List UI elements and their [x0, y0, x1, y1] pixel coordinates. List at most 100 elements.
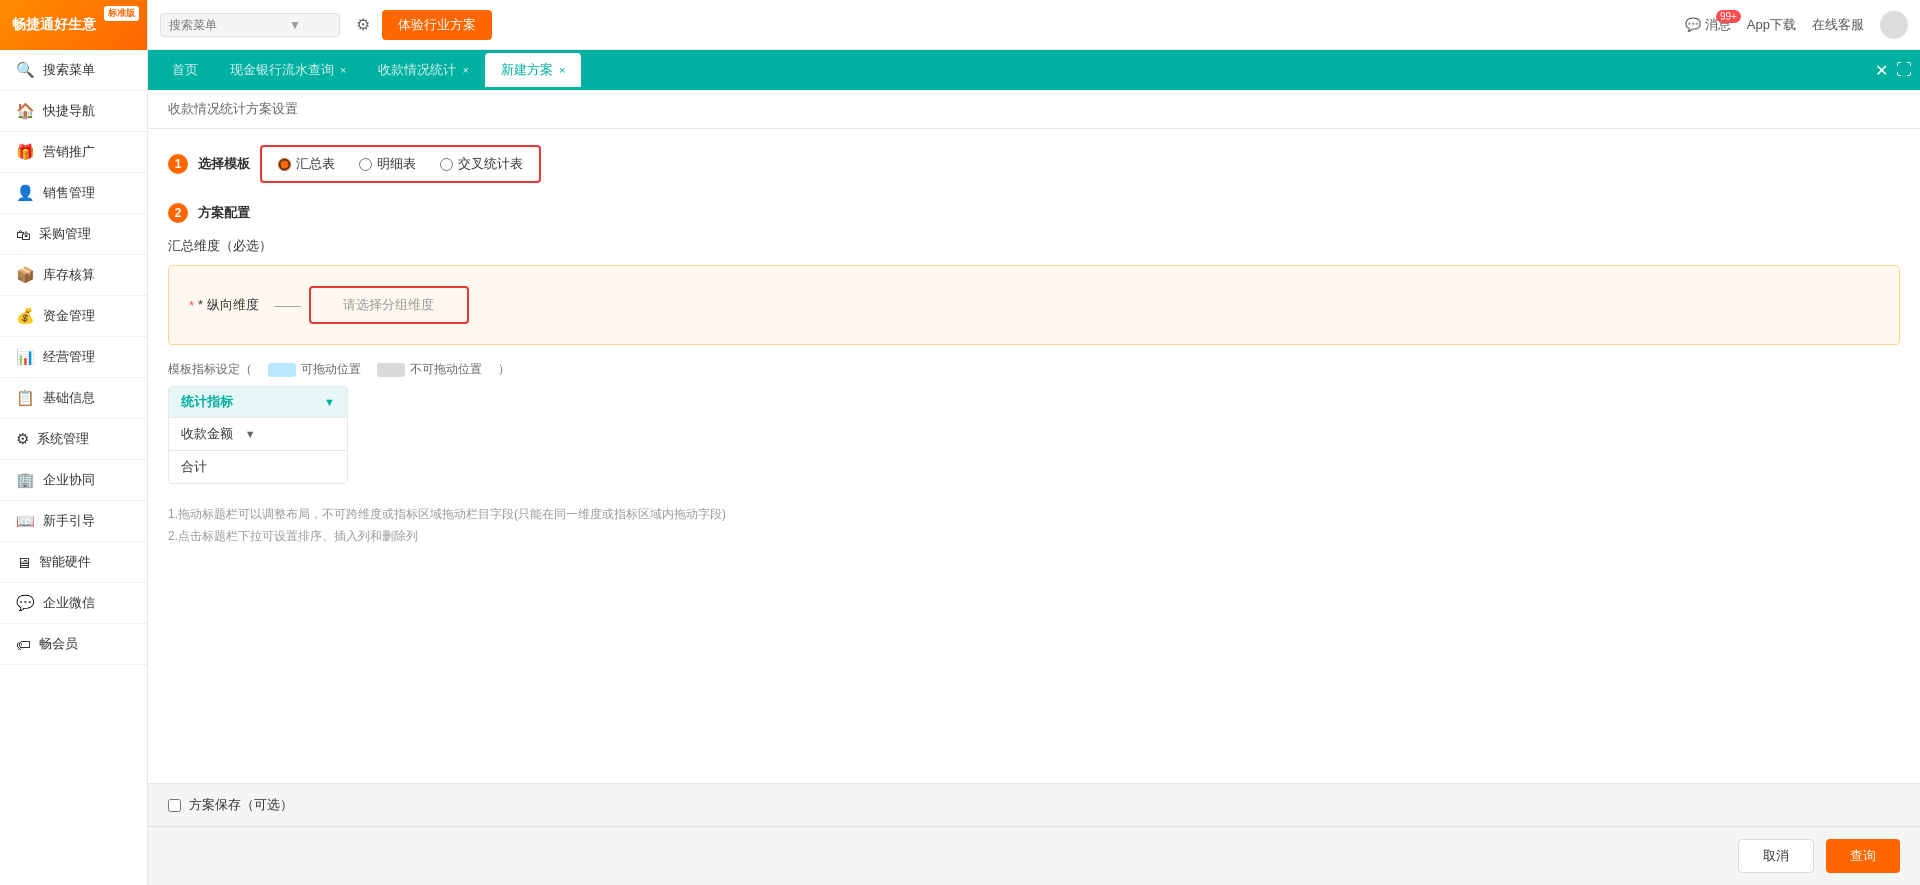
close-window-icon[interactable]: ✕: [1875, 61, 1888, 80]
expand-icon[interactable]: ⛶: [1896, 61, 1912, 79]
radio-summary[interactable]: [278, 158, 291, 171]
template-option-detail[interactable]: 明细表: [359, 155, 416, 173]
sidebar-label-corp: 企业协同: [43, 471, 95, 489]
nav-icon: 🏠: [16, 102, 35, 120]
sidebar-item-basic[interactable]: 📋基础信息: [0, 378, 147, 419]
template-option-cross[interactable]: 交叉统计表: [440, 155, 523, 173]
tab-collection_stat[interactable]: 收款情况统计 ×: [362, 53, 484, 87]
legend-draggable: 可拖动位置: [268, 361, 361, 378]
sidebar-item-system[interactable]: ⚙ 系统管理: [0, 419, 147, 460]
tab-label-home: 首页: [172, 61, 198, 79]
tab-label-new_plan: 新建方案: [501, 61, 553, 79]
tab-home[interactable]: 首页: [156, 53, 214, 87]
step1-header: 1 选择模板 汇总表 明细表 交叉统计表: [168, 145, 1900, 183]
sidebar-item-nav[interactable]: 🏠 快捷导航: [0, 91, 147, 132]
step2-number: 2: [168, 203, 188, 223]
inventory-icon: 📦: [16, 266, 35, 284]
sidebar-item-purchase[interactable]: 🛍采购管理: [0, 214, 147, 255]
tip-line-1: 2.点击标题栏下拉可设置排序、插入列和删除列: [168, 526, 1900, 548]
radio-cross[interactable]: [440, 158, 453, 171]
finance-icon: 💰: [16, 307, 35, 325]
breadcrumb-text: 收款情况统计方案设置: [168, 101, 298, 116]
radio-detail-label: 明细表: [377, 155, 416, 173]
save-section: 方案保存（可选）: [148, 783, 1920, 826]
tab-new_plan[interactable]: 新建方案 ×: [485, 53, 581, 87]
indicator-row-0: 收款金额 ▼: [169, 417, 347, 450]
legend-fixed: 不可拖动位置: [377, 361, 482, 378]
step2-section: 2 方案配置 汇总维度（必选） * * 纵向维度 —— 请选择分组维度 模板指标…: [168, 203, 1900, 547]
topbar: ▼ ⚙ 体验行业方案 💬 消息 99+ App下载 在线客服: [148, 0, 1920, 50]
tip-0: 1.拖动标题栏可以调整布局，不可跨维度或指标区域拖动栏目字段(只能在同一维度或指…: [168, 504, 726, 526]
sidebar-item-weixin[interactable]: 💬企业微信: [0, 583, 147, 624]
operation-icon: 📊: [16, 348, 35, 366]
header-dropdown-icon[interactable]: ▼: [324, 396, 335, 408]
sidebar-item-inventory[interactable]: 📦 库存核算: [0, 255, 147, 296]
system-icon: ⚙: [16, 430, 29, 448]
template-option-summary[interactable]: 汇总表: [278, 155, 335, 173]
save-label: 方案保存（可选）: [189, 796, 293, 814]
user-avatar[interactable]: [1880, 11, 1908, 39]
step1-title: 选择模板: [198, 155, 250, 173]
sidebar-item-finance[interactable]: 💰资金管理: [0, 296, 147, 337]
legend-fixed-label: 不可拖动位置: [410, 361, 482, 378]
dim-arrow-icon: ——: [275, 298, 301, 313]
tab-cashflow[interactable]: 现金银行流水查询×: [214, 53, 362, 87]
sidebar-item-hardware[interactable]: 🖥智能硬件: [0, 542, 147, 583]
sidebar-item-guide[interactable]: 📖新手引导: [0, 501, 147, 542]
search-input[interactable]: [169, 18, 289, 32]
sidebar-label-search: 搜索菜单: [43, 61, 95, 79]
sidebar-label-nav: 快捷导航: [43, 102, 95, 120]
footer: 取消 查询: [148, 826, 1920, 885]
radio-detail[interactable]: [359, 158, 372, 171]
tip-1: 2.点击标题栏下拉可设置排序、插入列和删除列: [168, 526, 418, 548]
content-area: 1 选择模板 汇总表 明细表 交叉统计表: [148, 129, 1920, 783]
sidebar-item-marketing[interactable]: 🎁营销推广: [0, 132, 147, 173]
indicator-row-1-label: 合计: [181, 459, 207, 474]
logo-badge: 标准版: [104, 6, 139, 21]
online-support-link[interactable]: 在线客服: [1812, 16, 1864, 34]
indicator-legend: 模板指标设定（ 可拖动位置 不可拖动位置 ）: [168, 361, 1900, 378]
sidebar-item-sales[interactable]: 👤销售管理: [0, 173, 147, 214]
sidebar-label-operation: 经营管理: [43, 348, 95, 366]
indicator-table-header: 统计指标 ▼: [169, 387, 347, 417]
tab-close-new_plan[interactable]: ×: [559, 64, 565, 76]
step2-header: 2 方案配置: [168, 203, 1900, 223]
sidebar-label-inventory: 库存核算: [43, 266, 95, 284]
settings-gear-icon[interactable]: ⚙: [356, 15, 370, 34]
app-download-link[interactable]: App下载: [1747, 16, 1796, 34]
sidebar-item-member[interactable]: 🏷畅会员: [0, 624, 147, 665]
sidebar-label-hardware: 智能硬件: [39, 553, 91, 571]
sidebar-label-weixin: 企业微信: [43, 594, 95, 612]
corp-icon: 🏢: [16, 471, 35, 489]
basic-icon: 📋: [16, 389, 35, 407]
dimension-label: 汇总维度（必选）: [168, 237, 1900, 255]
legend-draggable-label: 可拖动位置: [301, 361, 361, 378]
tabbar: 首页现金银行流水查询× 收款情况统计 × 新建方案 × ✕ ⛶: [148, 50, 1920, 90]
sidebar-item-corp[interactable]: 🏢 企业协同: [0, 460, 147, 501]
indicator-row-0-dropdown[interactable]: ▼: [245, 428, 256, 440]
tab-label-collection_stat: 收款情况统计: [378, 61, 456, 79]
draggable-box: [268, 363, 296, 377]
step1-number: 1: [168, 154, 188, 174]
tab-close-cashflow[interactable]: ×: [340, 64, 346, 76]
sidebar-label-system: 系统管理: [37, 430, 89, 448]
notification-area[interactable]: 💬 消息 99+: [1685, 16, 1731, 34]
sidebar: 畅捷通好生意 标准版 🔍搜索菜单 🏠 快捷导航 🎁营销推广👤销售管理🛍采购管理 📦 库存核…: [0, 0, 148, 885]
tab-close-collection_stat[interactable]: ×: [462, 64, 468, 76]
purchase-icon: 🛍: [16, 226, 31, 243]
legend-close: ）: [498, 361, 510, 378]
sidebar-item-operation[interactable]: 📊 经营管理: [0, 337, 147, 378]
page-breadcrumb: 收款情况统计方案设置: [148, 90, 1920, 129]
search-chevron-icon: ▼: [289, 18, 301, 32]
query-button[interactable]: 查询: [1826, 839, 1900, 873]
fixed-box: [377, 363, 405, 377]
cancel-button[interactable]: 取消: [1738, 839, 1814, 873]
logo-text: 畅捷通好生意: [12, 16, 96, 34]
save-checkbox[interactable]: [168, 799, 181, 812]
dim-select-button[interactable]: 请选择分组维度: [309, 286, 469, 324]
industry-solution-button[interactable]: 体验行业方案: [382, 10, 492, 40]
step2-title: 方案配置: [198, 204, 250, 222]
topbar-search-wrap[interactable]: ▼: [160, 13, 340, 37]
indicator-table: 统计指标 ▼ 收款金额 ▼ 合计: [168, 386, 348, 484]
sidebar-item-search[interactable]: 🔍搜索菜单: [0, 50, 147, 91]
